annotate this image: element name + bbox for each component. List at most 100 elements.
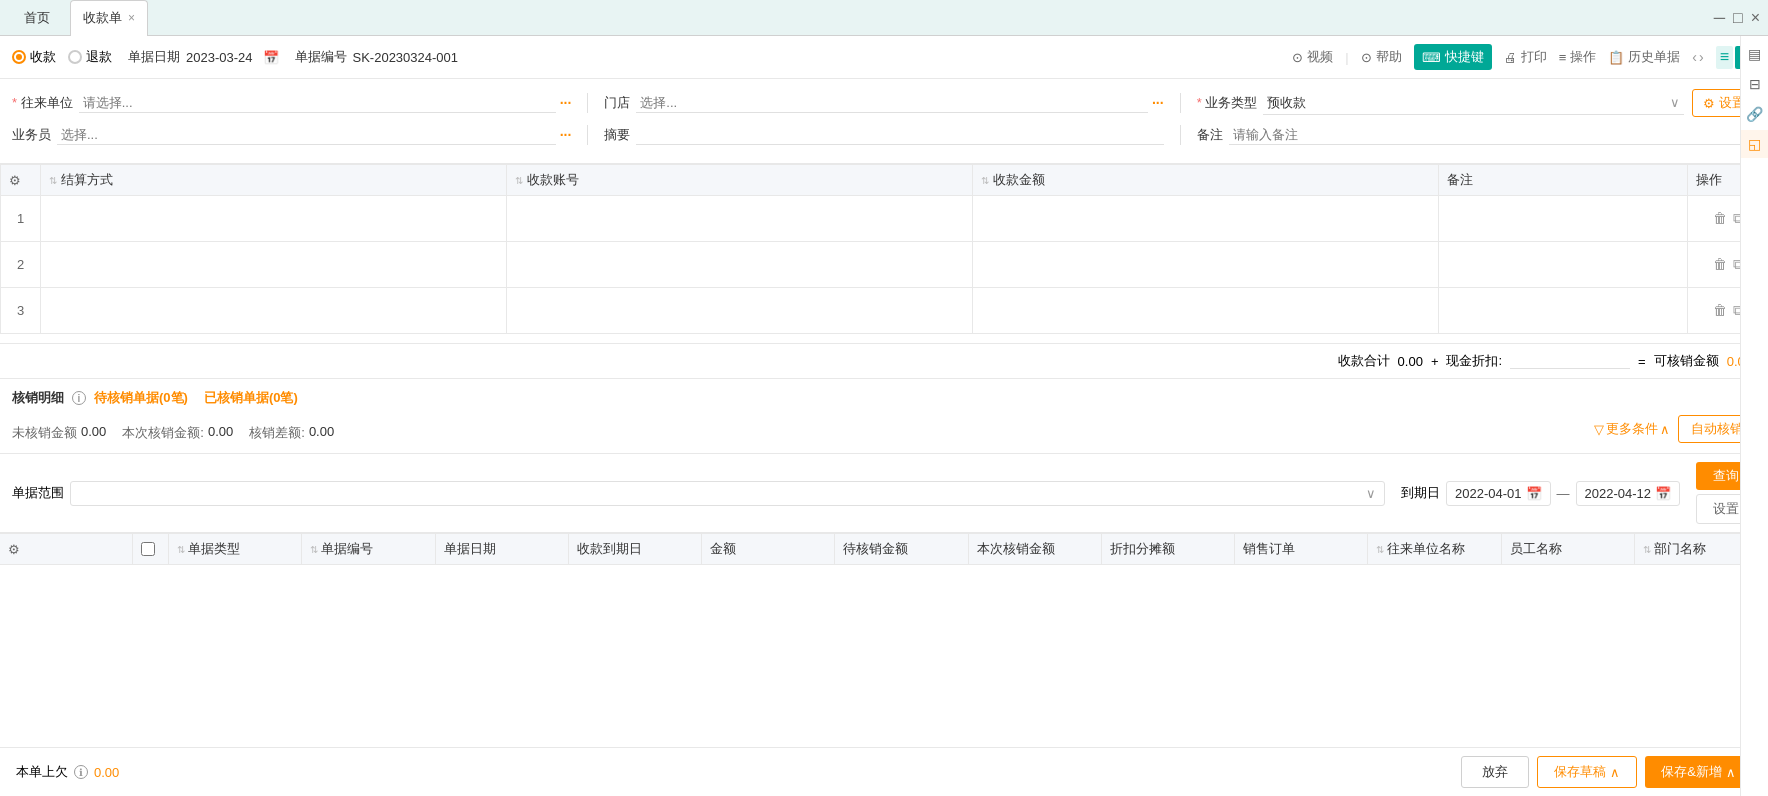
th-gear[interactable]: ⚙: [1, 165, 41, 196]
unchecked-stat: 未核销金额 0.00: [12, 424, 106, 442]
gear-icon-bottom[interactable]: ⚙: [8, 542, 20, 557]
radio-shoukuan[interactable]: 收款: [12, 48, 56, 66]
row-settlement-3[interactable]: [41, 288, 507, 334]
biz-type-select[interactable]: 预收款 ∨: [1263, 92, 1684, 115]
radio-tuikuan[interactable]: 退款: [68, 48, 112, 66]
data-table: ⚙ ⇅ 结算方式 ⇅ 收款账号 ⇅ 收款金额 备注 操作: [0, 164, 1768, 334]
row-settlement-1[interactable]: [41, 196, 507, 242]
footer-bar: 本单上欠 ℹ 0.00 放弃 保存草稿 ∧ 保存&新增 ∧: [0, 747, 1768, 796]
th-staff-name-label: 员工名称: [1510, 540, 1562, 558]
diff-label: 核销差额:: [249, 424, 305, 442]
sort-icon: ⇅: [49, 175, 57, 186]
sort-customer[interactable]: ⇅: [1376, 544, 1384, 555]
th-settlement: ⇅ 结算方式: [41, 165, 507, 196]
unchecked-label: 未核销金额: [12, 424, 77, 442]
panel-icon-1[interactable]: ▤: [1744, 40, 1765, 68]
biz-type-field: * 业务类型 预收款 ∨ ⚙ 设置: [1197, 89, 1756, 117]
th-customer-name-label: 往来单位名称: [1387, 540, 1465, 558]
panel-icon-2[interactable]: ⊟: [1745, 70, 1765, 98]
row-settlement-2[interactable]: [41, 242, 507, 288]
th-amount-label: 金额: [710, 540, 736, 558]
maximize-icon[interactable]: □: [1733, 9, 1743, 27]
date-value[interactable]: 2023-03-24: [186, 50, 253, 65]
store-input[interactable]: [636, 93, 1148, 113]
delete-icon-1[interactable]: 🗑: [1713, 210, 1727, 227]
row-account-2[interactable]: [507, 242, 973, 288]
select-all-checkbox[interactable]: [141, 542, 155, 556]
sort-dept[interactable]: ⇅: [1643, 544, 1651, 555]
range-select[interactable]: ∨: [70, 481, 1385, 506]
tab-close-icon[interactable]: ×: [128, 0, 135, 36]
staff-more-btn[interactable]: ···: [560, 127, 572, 143]
store-more-btn[interactable]: ···: [1152, 95, 1164, 111]
minimize-icon[interactable]: ─: [1714, 9, 1725, 27]
row-remark-1[interactable]: [1439, 196, 1688, 242]
video-icon: ⊙: [1292, 50, 1303, 65]
customer-input[interactable]: [79, 93, 556, 113]
row-num-2: 2: [1, 242, 41, 288]
th-pending: 待核销金额: [835, 534, 968, 565]
row-remark-2[interactable]: [1439, 242, 1688, 288]
prev-arrow[interactable]: ‹: [1692, 49, 1697, 65]
save-btn[interactable]: 保存&新增 ∧: [1645, 756, 1752, 788]
calendar-icon[interactable]: 📅: [263, 50, 279, 65]
shortcut-icon: ⌨: [1422, 50, 1441, 65]
discount-input[interactable]: [1510, 353, 1630, 369]
footer-left: 本单上欠 ℹ 0.00: [16, 763, 119, 781]
more-conditions-btn[interactable]: ▽ 更多条件 ∧: [1594, 420, 1670, 438]
delete-icon-2[interactable]: 🗑: [1713, 256, 1727, 273]
date-start-input[interactable]: 2022-04-01 📅: [1446, 481, 1551, 506]
panel-icon-4[interactable]: ◱: [1741, 130, 1768, 158]
sort-doc-num[interactable]: ⇅: [310, 544, 318, 555]
summary-input[interactable]: [636, 125, 1163, 145]
gear-icon[interactable]: ⚙: [9, 173, 21, 188]
row-amount-3[interactable]: [973, 288, 1439, 334]
video-btn[interactable]: ⊙ 视频: [1292, 48, 1333, 66]
date-end-input[interactable]: 2022-04-12 📅: [1576, 481, 1681, 506]
close-icon[interactable]: ×: [1751, 9, 1760, 27]
list-view-icon[interactable]: ≡: [1716, 46, 1733, 69]
sort-doc-type[interactable]: ⇅: [177, 544, 185, 555]
history-btn[interactable]: 📋 历史单据: [1608, 48, 1680, 66]
tab-home[interactable]: 首页: [8, 0, 66, 36]
verify-stats: 未核销金额 0.00 本次核销金额: 0.00 核销差额: 0.00: [12, 424, 334, 442]
verify-title-text: 核销明细: [12, 389, 64, 407]
form-area: * 往来单位 ··· 门店 ··· * 业务类型 预收款 ∨ ⚙ 设置: [0, 79, 1768, 164]
pending-tab[interactable]: 待核销单据(0笔): [94, 389, 188, 407]
diff-stat: 核销差额: 0.00: [249, 424, 334, 442]
video-label: 视频: [1307, 48, 1333, 66]
row-remark-3[interactable]: [1439, 288, 1688, 334]
biz-type-value: 预收款: [1267, 94, 1306, 112]
calendar-icon-start[interactable]: 📅: [1526, 486, 1542, 501]
note-input[interactable]: [1229, 125, 1756, 145]
staff-input[interactable]: [57, 125, 556, 145]
th-checkbox: ⚙: [0, 534, 133, 565]
panel-icon-3[interactable]: 🔗: [1742, 100, 1767, 128]
calendar-icon-end[interactable]: 📅: [1655, 486, 1671, 501]
draft-btn[interactable]: 保存草稿 ∧: [1537, 756, 1637, 788]
print-btn[interactable]: 🖨 打印: [1504, 48, 1547, 66]
shortcut-btn[interactable]: ⌨ 快捷键: [1414, 44, 1492, 70]
row-account-1[interactable]: [507, 196, 973, 242]
help-btn[interactable]: ⊙ 帮助: [1361, 48, 1402, 66]
abandon-btn[interactable]: 放弃: [1461, 756, 1529, 788]
summary-row: 收款合计 0.00 + 现金折扣: = 可核销金额 0.00: [0, 344, 1768, 379]
th-discount: 折扣分摊额: [1102, 534, 1235, 565]
table-container: ⚙ ⇅ 结算方式 ⇅ 收款账号 ⇅ 收款金额 备注 操作: [0, 164, 1768, 344]
customer-more-btn[interactable]: ···: [560, 95, 572, 111]
staff-field: 业务员 ···: [12, 125, 571, 145]
delete-icon-3[interactable]: 🗑: [1713, 302, 1727, 319]
done-tab[interactable]: 已核销单据(0笔): [204, 389, 298, 407]
row-account-3[interactable]: [507, 288, 973, 334]
row-amount-1[interactable]: [973, 196, 1439, 242]
next-arrow[interactable]: ›: [1699, 49, 1704, 65]
range-field: 单据范围 ∨: [12, 481, 1385, 506]
verify-tabs: 待核销单据(0笔) 已核销单据(0笔): [94, 389, 298, 407]
footer-info-icon[interactable]: ℹ: [74, 765, 88, 779]
verify-info-icon[interactable]: i: [72, 391, 86, 405]
total-label: 收款合计: [1338, 352, 1390, 370]
operation-btn[interactable]: ≡ 操作: [1559, 48, 1597, 66]
tab-active[interactable]: 收款单 ×: [70, 0, 148, 36]
row-amount-2[interactable]: [973, 242, 1439, 288]
date-start-value: 2022-04-01: [1455, 486, 1522, 501]
